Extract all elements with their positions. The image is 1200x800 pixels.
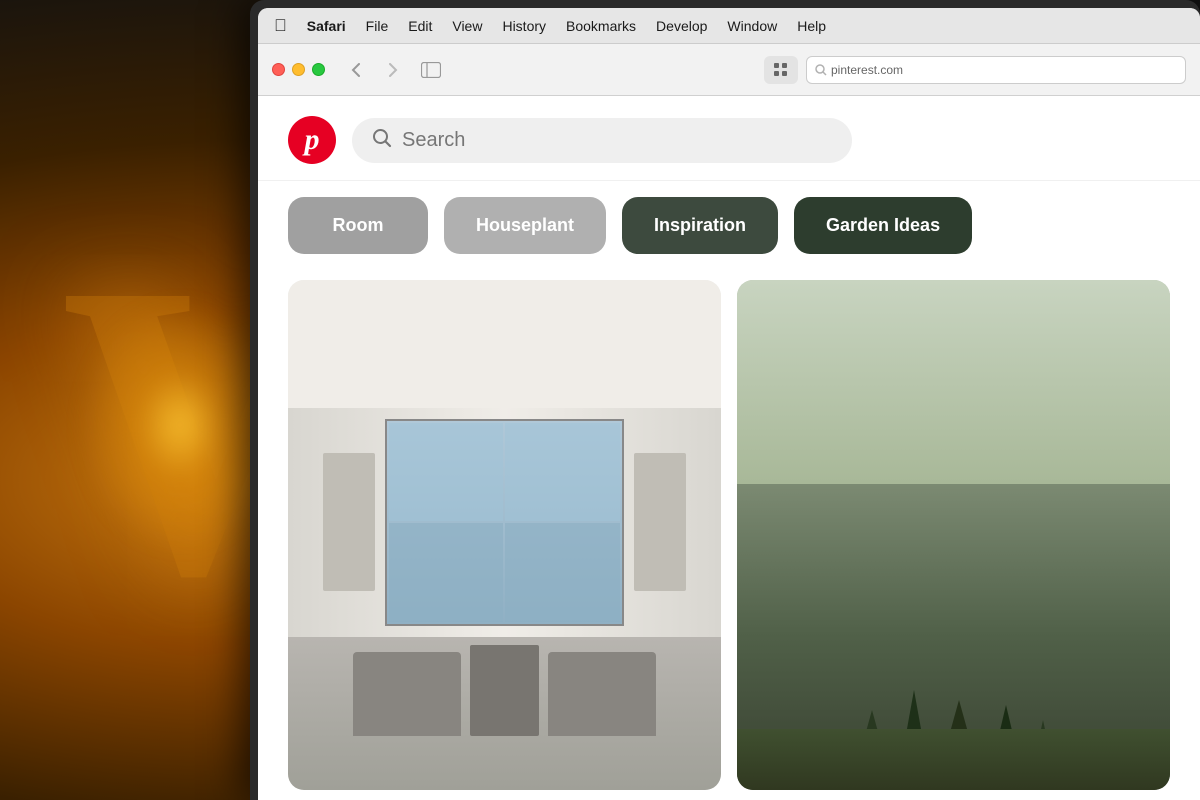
view-menu-item[interactable]: View [452, 18, 482, 34]
minimize-button[interactable] [292, 63, 305, 76]
pin-card-forest[interactable] [737, 280, 1170, 790]
maximize-button[interactable] [312, 63, 325, 76]
search-placeholder-text: Search [402, 129, 465, 152]
category-chip-houseplant[interactable]: Houseplant [444, 197, 606, 254]
menu-bar:  Safari File Edit View History Bookmark… [258, 8, 1200, 44]
pin-card-room[interactable] [288, 280, 721, 790]
url-bar[interactable]: pinterest.com [806, 56, 1186, 84]
help-menu-item[interactable]: Help [797, 18, 826, 34]
safari-window: pinterest.com p [258, 44, 1200, 800]
address-bar-area: pinterest.com [455, 56, 1186, 84]
search-icon [372, 128, 392, 153]
history-menu-item[interactable]: History [502, 18, 546, 34]
sidebar-toggle-button[interactable] [417, 56, 445, 84]
safari-menu-item[interactable]: Safari [307, 18, 346, 34]
category-chip-room[interactable]: Room [288, 197, 428, 254]
traffic-lights [272, 63, 325, 76]
search-bar[interactable]: Search [352, 118, 852, 163]
laptop-screen:  Safari File Edit View History Bookmark… [258, 8, 1200, 800]
laptop-frame:  Safari File Edit View History Bookmark… [250, 0, 1200, 800]
apple-menu[interactable]:  [274, 16, 287, 36]
back-button[interactable] [341, 56, 369, 84]
tab-overview-button[interactable] [764, 56, 798, 84]
category-row: Room Houseplant Inspiration Garden Ideas [258, 181, 1200, 270]
close-button[interactable] [272, 63, 285, 76]
category-chip-inspiration[interactable]: Inspiration [622, 197, 778, 254]
forward-button[interactable] [379, 56, 407, 84]
browser-toolbar: pinterest.com [258, 44, 1200, 96]
bookmarks-menu-item[interactable]: Bookmarks [566, 18, 636, 34]
window-menu-item[interactable]: Window [727, 18, 777, 34]
pinterest-logo[interactable]: p [288, 116, 336, 164]
file-menu-item[interactable]: File [366, 18, 389, 34]
browser-content: p Search Room [258, 96, 1200, 800]
category-chip-garden-ideas[interactable]: Garden Ideas [794, 197, 972, 254]
content-grid [258, 270, 1200, 800]
edit-menu-item[interactable]: Edit [408, 18, 432, 34]
pinterest-header: p Search [258, 96, 1200, 181]
develop-menu-item[interactable]: Develop [656, 18, 707, 34]
